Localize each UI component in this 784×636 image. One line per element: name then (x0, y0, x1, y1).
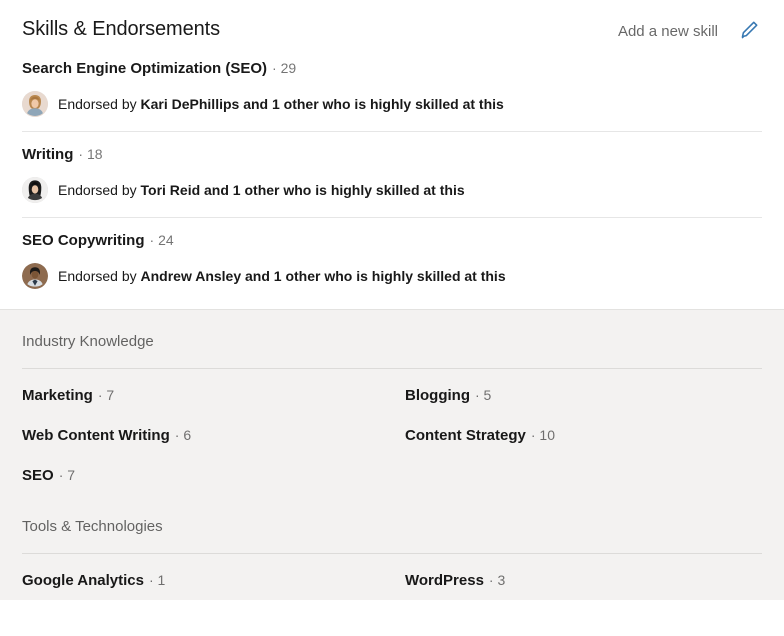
skill-name-row: Writing 18 (22, 144, 762, 165)
endorsement-text: Endorsed by Andrew Ansley and 1 other wh… (58, 267, 506, 285)
endorsement-names[interactable]: Tori Reid and 1 other who is highly skil… (141, 182, 465, 198)
skill-endorsement-count: 6 (175, 415, 191, 455)
group-skill-item[interactable]: SEO 7 (22, 455, 405, 495)
skill-endorsement-count: 18 (78, 144, 103, 164)
page-title: Skills & Endorsements (22, 18, 220, 40)
endorsement-row[interactable]: Endorsed by Tori Reid and 1 other who is… (22, 177, 762, 203)
skill-name-row: SEO Copywriting 24 (22, 230, 762, 251)
skill-endorsement-count: 29 (272, 58, 297, 78)
group-skill-grid: Marketing 7 Blogging 5 Web Content Writi… (22, 369, 762, 495)
group-skill-item[interactable]: Google Analytics 1 (22, 560, 405, 600)
skill-name[interactable]: Blogging (405, 376, 470, 416)
card-header: Skills & Endorsements Add a new skill (0, 0, 784, 46)
skill-name[interactable]: Content Strategy (405, 416, 526, 456)
endorsement-text: Endorsed by Kari DePhillips and 1 other … (58, 95, 504, 113)
endorsement-text: Endorsed by Tori Reid and 1 other who is… (58, 181, 465, 199)
avatar[interactable] (22, 263, 48, 289)
skill-endorsement-count: 5 (475, 375, 492, 415)
skill-item[interactable]: Writing 18 Endorsed by Tori Reid and 1 o… (22, 132, 762, 218)
skill-group-tools-technologies: Tools & Technologies Google Analytics 1 … (22, 495, 762, 600)
header-actions: Add a new skill (618, 16, 762, 45)
skill-endorsement-count: 3 (489, 560, 505, 600)
grouped-skills-section: Industry Knowledge Marketing 7 Blogging … (0, 309, 784, 600)
skill-name[interactable]: WordPress (405, 561, 484, 601)
endorsement-row[interactable]: Endorsed by Andrew Ansley and 1 other wh… (22, 263, 762, 289)
group-skill-item[interactable]: Blogging 5 (405, 375, 762, 415)
group-skill-grid: Google Analytics 1 WordPress 3 (22, 554, 762, 600)
group-skill-item[interactable]: Content Strategy 10 (405, 415, 762, 455)
top-skills-list: Search Engine Optimization (SEO) 29 Endo… (0, 46, 784, 303)
endorsement-names[interactable]: Andrew Ansley and 1 other who is highly … (141, 268, 506, 284)
skill-item[interactable]: Search Engine Optimization (SEO) 29 Endo… (22, 46, 762, 132)
skill-endorsement-count: 10 (531, 415, 555, 455)
skill-name-row: Search Engine Optimization (SEO) 29 (22, 58, 762, 79)
skill-name[interactable]: Writing (22, 145, 73, 165)
skill-endorsement-count: 24 (150, 230, 174, 250)
skill-name[interactable]: SEO (22, 456, 54, 496)
pencil-icon (738, 19, 760, 46)
endorsement-lead: Endorsed by (58, 96, 141, 112)
add-new-skill-button[interactable]: Add a new skill (618, 22, 718, 42)
avatar[interactable] (22, 177, 48, 203)
skill-name[interactable]: Web Content Writing (22, 416, 170, 456)
skill-name[interactable]: Google Analytics (22, 561, 144, 601)
skills-endorsements-card: Skills & Endorsements Add a new skill Se… (0, 0, 784, 636)
skill-endorsement-count: 7 (98, 375, 114, 415)
skill-name[interactable]: Search Engine Optimization (SEO) (22, 59, 267, 79)
endorsement-names[interactable]: Kari DePhillips and 1 other who is highl… (141, 96, 504, 112)
skill-endorsement-count: 7 (59, 455, 75, 495)
skill-item[interactable]: SEO Copywriting 24 Endorsed by Andrew An… (22, 218, 762, 303)
avatar[interactable] (22, 91, 48, 117)
skill-group-industry-knowledge: Industry Knowledge Marketing 7 Blogging … (22, 310, 762, 495)
group-skill-item[interactable]: Web Content Writing 6 (22, 415, 405, 455)
endorsement-lead: Endorsed by (58, 268, 141, 284)
edit-skills-button[interactable] (736, 19, 762, 45)
endorsement-lead: Endorsed by (58, 182, 141, 198)
group-skill-item[interactable]: Marketing 7 (22, 375, 405, 415)
skill-name[interactable]: Marketing (22, 376, 93, 416)
group-label: Industry Knowledge (22, 332, 762, 369)
skill-name[interactable]: SEO Copywriting (22, 231, 145, 251)
group-label: Tools & Technologies (22, 517, 762, 554)
skill-endorsement-count: 1 (149, 560, 166, 600)
group-skill-item[interactable]: WordPress 3 (405, 560, 762, 600)
endorsement-row[interactable]: Endorsed by Kari DePhillips and 1 other … (22, 91, 762, 117)
